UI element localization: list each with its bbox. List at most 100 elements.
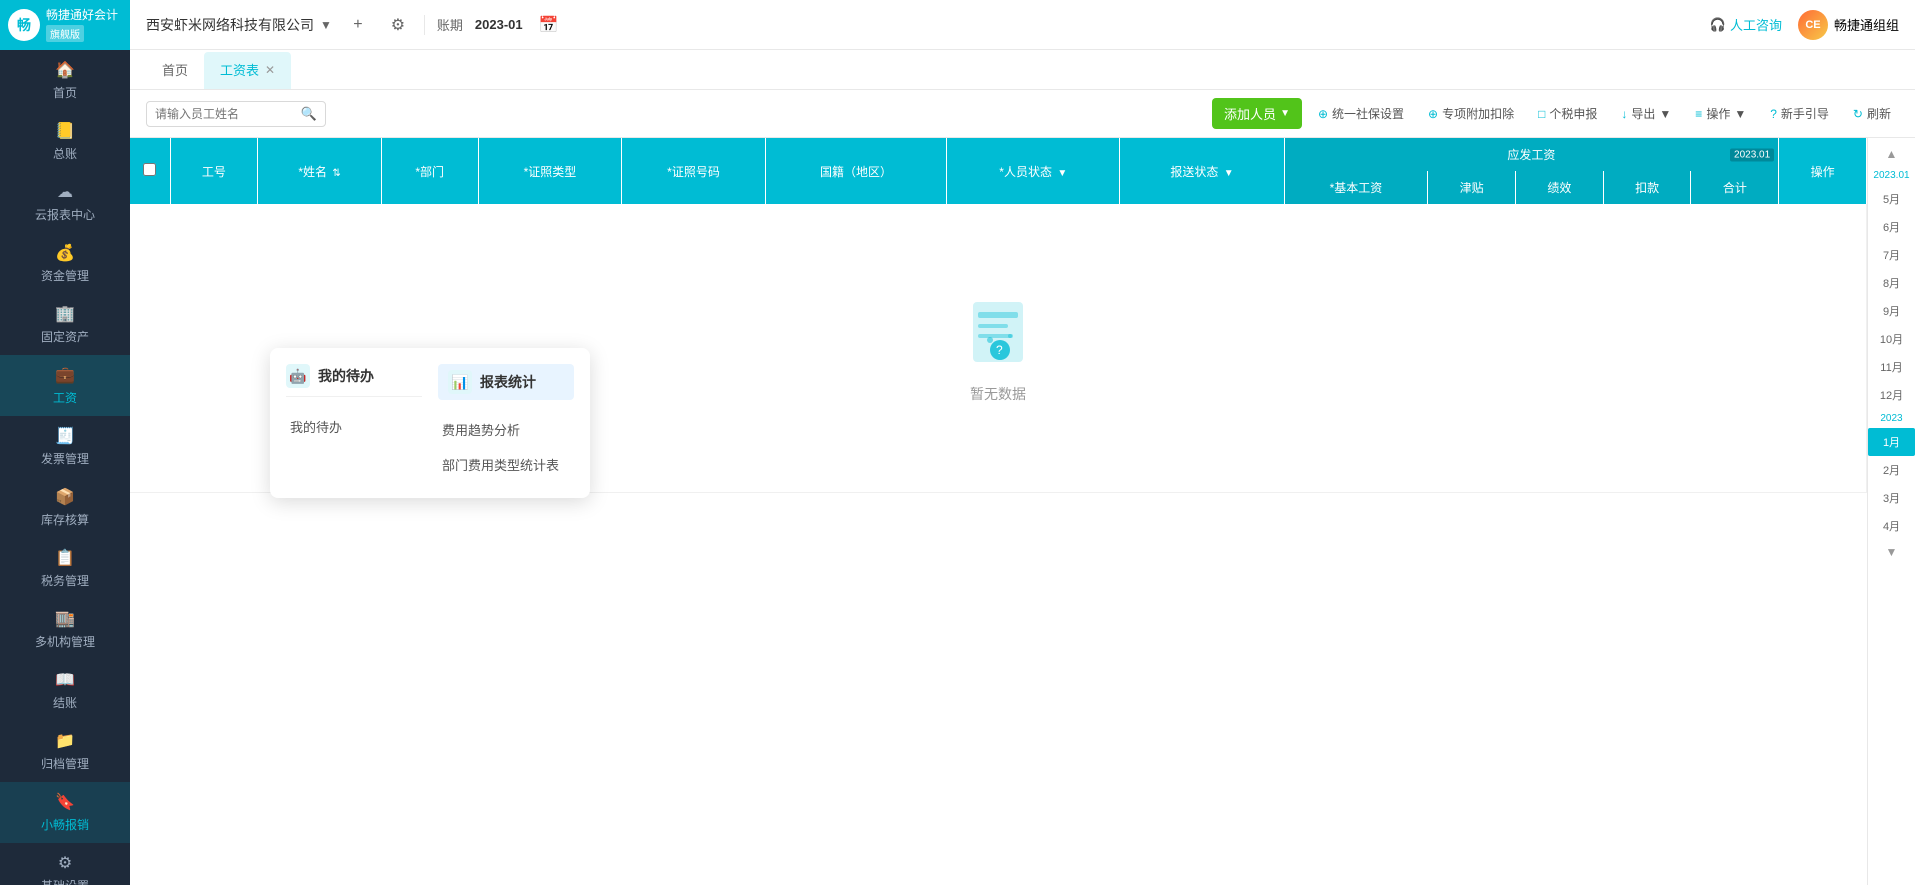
- tab-home[interactable]: 首页: [146, 52, 204, 89]
- add-person-button[interactable]: 添加人员 ▼: [1212, 98, 1302, 129]
- th-total: 合计: [1691, 171, 1779, 204]
- period-badge: 2023.01: [1730, 148, 1774, 161]
- sidebar-item-invoice[interactable]: 🧾 发票管理: [0, 416, 130, 477]
- add-person-label: 添加人员: [1224, 104, 1276, 123]
- dept-cost-label: 部门费用类型统计表: [442, 455, 559, 474]
- month-item-9[interactable]: 9月: [1868, 297, 1915, 325]
- service-button[interactable]: 🎧 人工咨询: [1710, 15, 1782, 34]
- month-item-10[interactable]: 10月: [1868, 325, 1915, 353]
- sidebar-item-home[interactable]: 🏠 首页: [0, 50, 130, 111]
- home-icon: 🏠: [55, 60, 75, 80]
- search-icon[interactable]: 🔍: [301, 106, 317, 122]
- multiorg-icon: 🏬: [55, 609, 75, 629]
- cost-trend-label: 费用趋势分析: [442, 420, 520, 439]
- sidebar-item-inventory[interactable]: 📦 库存核算: [0, 477, 130, 538]
- refresh-icon: ↻: [1853, 107, 1863, 121]
- sidebar-item-settings[interactable]: ⚙ 基础设置: [0, 843, 130, 885]
- settings-button[interactable]: ⚙: [384, 11, 412, 39]
- month-item-6[interactable]: 6月: [1868, 213, 1915, 241]
- sidebar-item-close[interactable]: 📖 结账: [0, 660, 130, 721]
- tax-deduction-icon: ⊕: [1428, 107, 1438, 121]
- month-panel: ▲ 2023.01 5月 6月 7月 8月 9月 10月 11月 12月 202…: [1867, 138, 1915, 885]
- nav-label-close: 结账: [53, 694, 77, 711]
- tax-report-icon: □: [1538, 107, 1545, 121]
- tab-close-icon[interactable]: ✕: [265, 63, 275, 77]
- month-item-4[interactable]: 4月: [1868, 512, 1915, 540]
- sidebar-item-ledger[interactable]: 📒 总账: [0, 111, 130, 172]
- sidebar-item-assets[interactable]: 🏢 固定资产: [0, 294, 130, 355]
- sidebar-item-tax[interactable]: 📋 税务管理: [0, 538, 130, 599]
- logo-text-block: 畅捷通好会计 旗舰版: [46, 8, 118, 43]
- logo-subtitle: 旗舰版: [46, 25, 84, 42]
- month-year-2023-label: 2023.01: [1871, 166, 1911, 185]
- select-all-checkbox[interactable]: [143, 163, 156, 176]
- operation-button[interactable]: ≡ 操作 ▼: [1687, 101, 1754, 126]
- main-area: 西安虾米网络科技有限公司 ▼ + ⚙ 账期 2023-01 📅 🎧 人工咨询 C…: [130, 0, 1915, 885]
- th-base-salary: *基本工资: [1284, 171, 1428, 204]
- report-title: 报表统计: [480, 372, 536, 392]
- th-action: 操作: [1779, 138, 1867, 204]
- month-item-5[interactable]: 5月: [1868, 185, 1915, 213]
- social-insurance-label: 统一社保设置: [1332, 105, 1404, 122]
- user-name: 畅捷通组组: [1834, 15, 1899, 34]
- th-status: *人员状态 ▼: [947, 138, 1120, 204]
- month-item-12[interactable]: 12月: [1868, 381, 1915, 409]
- report-filter-icon[interactable]: ▼: [1224, 168, 1234, 179]
- month-item-11[interactable]: 11月: [1868, 353, 1915, 381]
- nav-label-ledger: 总账: [53, 145, 77, 162]
- no-data-text: 暂无数据: [970, 384, 1026, 404]
- name-sort-icon[interactable]: ⇅: [332, 168, 340, 179]
- company-selector[interactable]: 西安虾米网络科技有限公司 ▼: [146, 15, 332, 35]
- svg-text:?: ?: [996, 343, 1003, 357]
- nav-label-cloud: 云报表中心: [35, 206, 95, 223]
- nav-label-invoice: 发票管理: [41, 450, 89, 467]
- popup-item-cost-trend[interactable]: 费用趋势分析: [438, 412, 574, 447]
- tab-salary-label: 工资表: [220, 60, 259, 79]
- social-insurance-icon: ⊕: [1318, 107, 1328, 121]
- cloud-icon: ☁: [57, 182, 73, 202]
- sidebar-item-finance[interactable]: 💰 资金管理: [0, 233, 130, 294]
- topbar: 西安虾米网络科技有限公司 ▼ + ⚙ 账期 2023-01 📅 🎧 人工咨询 C…: [130, 0, 1915, 50]
- calendar-icon[interactable]: 📅: [535, 11, 563, 39]
- popup-todo-header: 🤖 我的待办: [286, 364, 422, 397]
- month-nav-up[interactable]: ▲: [1880, 142, 1904, 166]
- my-todo-label: 我的待办: [290, 417, 342, 436]
- popup-item-my-todo[interactable]: 我的待办: [286, 409, 422, 444]
- status-filter-icon[interactable]: ▼: [1057, 168, 1067, 179]
- sidebar-item-expense[interactable]: 🔖 小畅报销: [0, 782, 130, 843]
- salary-icon: 💼: [55, 365, 75, 385]
- th-salary-group: 应发工资 2023.01: [1284, 138, 1779, 171]
- th-id-type: *证照类型: [478, 138, 622, 204]
- guide-button[interactable]: ? 新手引导: [1762, 101, 1837, 126]
- export-button[interactable]: ↓ 导出 ▼: [1613, 101, 1679, 126]
- month-item-3[interactable]: 3月: [1868, 484, 1915, 512]
- month-item-7[interactable]: 7月: [1868, 241, 1915, 269]
- social-insurance-button[interactable]: ⊕ 统一社保设置: [1310, 101, 1412, 126]
- tax-deduction-button[interactable]: ⊕ 专项附加扣除: [1420, 101, 1522, 126]
- add-company-button[interactable]: +: [344, 11, 372, 39]
- sidebar-item-archive[interactable]: 📁 归档管理: [0, 721, 130, 782]
- user-info[interactable]: CE 畅捷通组组: [1798, 10, 1899, 40]
- search-input[interactable]: [155, 107, 295, 121]
- month-item-2[interactable]: 2月: [1868, 456, 1915, 484]
- th-checkbox[interactable]: [130, 138, 170, 204]
- tax-report-button[interactable]: □ 个税申报: [1530, 101, 1605, 126]
- month-item-1-current[interactable]: 1月: [1868, 428, 1915, 456]
- th-deduction: 扣款: [1603, 171, 1691, 204]
- refresh-label: 刷新: [1867, 105, 1891, 122]
- toolbar-right: 添加人员 ▼ ⊕ 统一社保设置 ⊕ 专项附加扣除 □ 个税申报 ↓ 导出 ▼ ≡: [1212, 98, 1899, 129]
- month-item-8[interactable]: 8月: [1868, 269, 1915, 297]
- guide-action-icon: ?: [1770, 107, 1777, 121]
- month-nav-down[interactable]: ▼: [1880, 540, 1904, 564]
- sidebar-item-multiorg[interactable]: 🏬 多机构管理: [0, 599, 130, 660]
- nav-label-tax: 税务管理: [41, 572, 89, 589]
- finance-icon: 💰: [55, 243, 75, 263]
- sidebar-item-cloud[interactable]: ☁ 云报表中心: [0, 172, 130, 233]
- operation-icon: ≡: [1695, 107, 1702, 121]
- popup-item-dept-cost[interactable]: 部门费用类型统计表: [438, 447, 574, 482]
- tab-salary[interactable]: 工资表 ✕: [204, 52, 291, 89]
- th-name: *姓名 ⇅: [258, 138, 382, 204]
- sidebar-item-salary[interactable]: 💼 工资: [0, 355, 130, 416]
- refresh-button[interactable]: ↻ 刷新: [1845, 101, 1899, 126]
- tab-home-label: 首页: [162, 60, 188, 79]
